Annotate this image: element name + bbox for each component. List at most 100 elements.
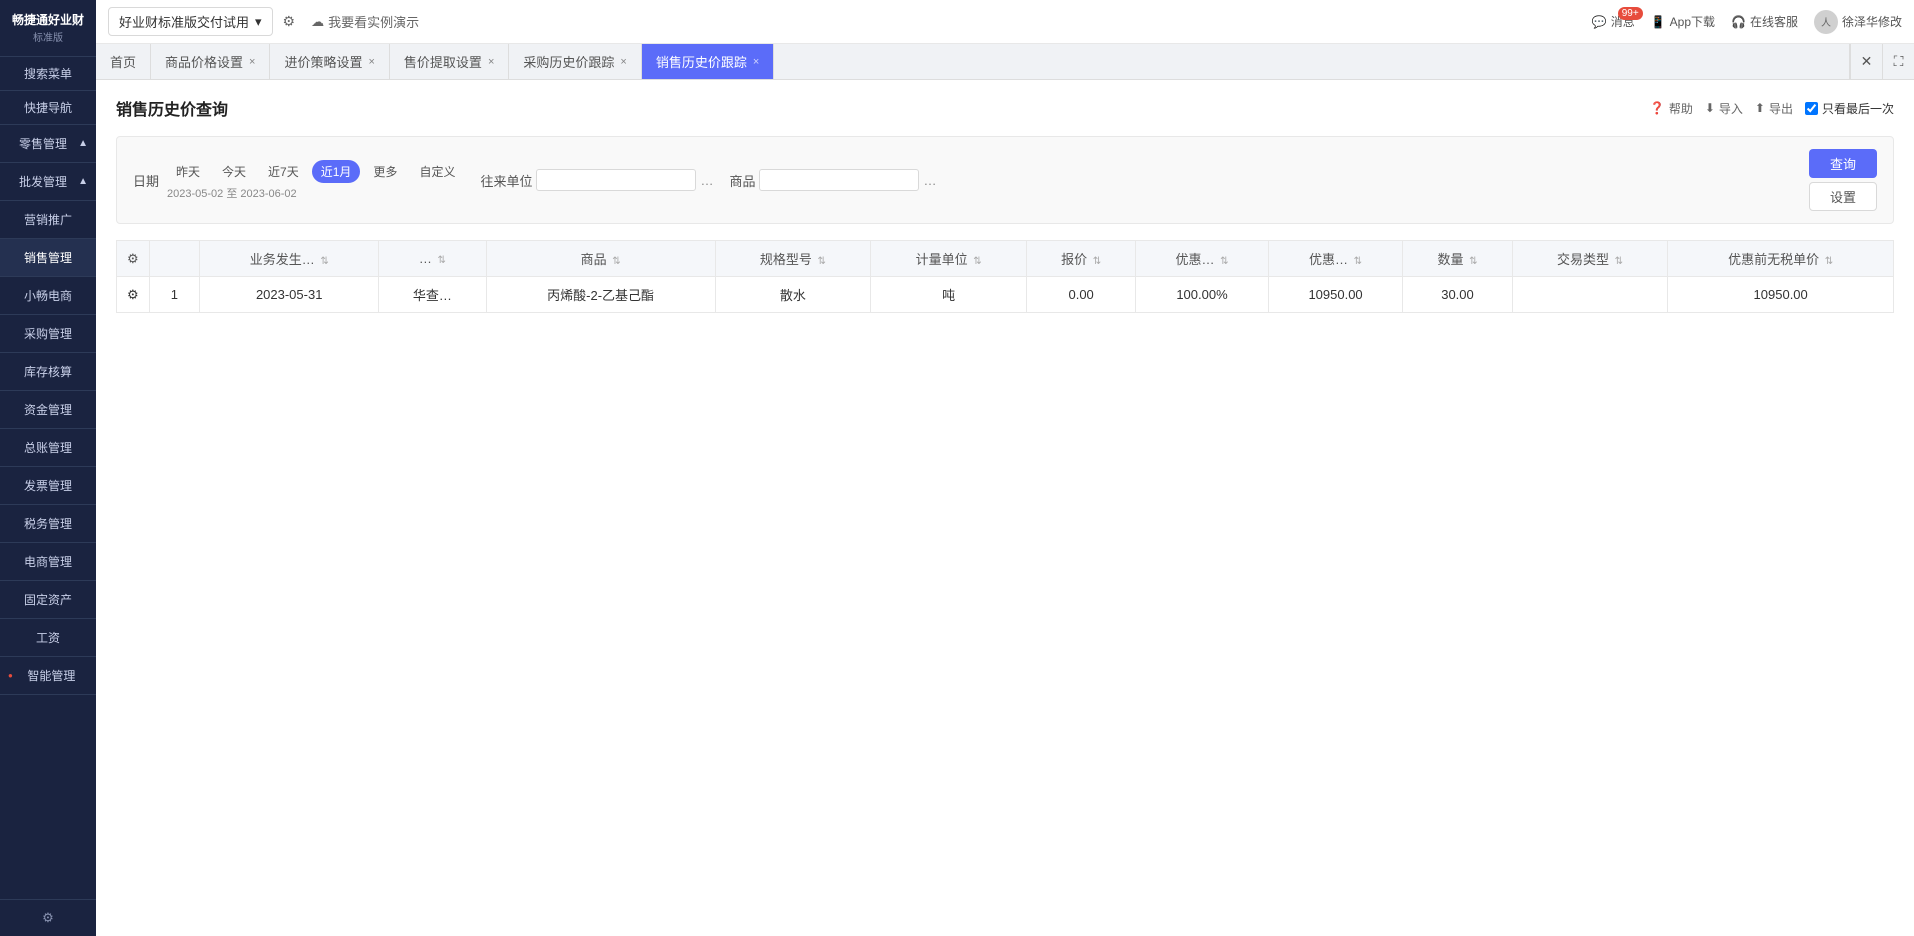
date-btn-yesterday[interactable]: 昨天 bbox=[167, 160, 209, 183]
sidebar-item-salary-label: 工资 bbox=[8, 629, 88, 646]
tab-sales-history-close[interactable]: × bbox=[753, 56, 759, 68]
tab-product-price-close[interactable]: × bbox=[249, 56, 255, 68]
sidebar-quicknav[interactable]: 快捷导航 bbox=[0, 91, 96, 125]
topbar-right: 💬 消息 99+ 📱 App下载 🎧 在线客服 人 徐泽华修改 bbox=[1592, 10, 1902, 34]
tab-price-extract-label: 售价提取设置 bbox=[404, 52, 482, 71]
filter-product-input[interactable] bbox=[759, 169, 919, 191]
tab-purchase-strategy-label: 进价策略设置 bbox=[284, 52, 362, 71]
sidebar-item-inventory-label: 库存核算 bbox=[8, 363, 88, 380]
sidebar-search[interactable]: 搜索菜单 bbox=[0, 57, 96, 91]
tab-purchase-strategy-close[interactable]: × bbox=[368, 56, 374, 68]
sidebar-item-general-ledger[interactable]: 总账管理 bbox=[0, 429, 96, 467]
dialog-close-btn[interactable]: ✕ bbox=[1850, 44, 1882, 80]
tab-price-extract-close[interactable]: × bbox=[488, 56, 494, 68]
dialog-expand-btn[interactable]: ⛶ bbox=[1882, 44, 1914, 80]
col-discount1[interactable]: 优惠… ⇅ bbox=[1136, 241, 1268, 277]
topbar-selector[interactable]: 好业财标准版交付试用 ▾ bbox=[108, 7, 273, 36]
sidebar-item-smart-label: 智能管理 bbox=[15, 667, 88, 684]
tab-purchase-history-close[interactable]: × bbox=[620, 56, 626, 68]
row-qty: 30.00 bbox=[1403, 277, 1512, 313]
query-button[interactable]: 查询 bbox=[1809, 149, 1877, 178]
phone-icon: 📱 bbox=[1651, 15, 1666, 29]
sidebar-item-purchase[interactable]: 采购管理 bbox=[0, 315, 96, 353]
topbar-app[interactable]: 📱 App下载 bbox=[1651, 13, 1715, 30]
avatar: 人 bbox=[1814, 10, 1838, 34]
sidebar-item-general-ledger-label: 总账管理 bbox=[8, 439, 88, 456]
col-qty[interactable]: 数量 ⇅ bbox=[1403, 241, 1512, 277]
last-only-checkbox-group[interactable]: 只看最后一次 bbox=[1805, 100, 1894, 117]
last-only-checkbox[interactable] bbox=[1805, 102, 1818, 115]
main-area: 好业财标准版交付试用 ▾ ⚙ ☁ 我要看实例演示 💬 消息 99+ 📱 App下… bbox=[96, 0, 1914, 936]
app-logo-title: 畅捷通好业财 bbox=[8, 12, 88, 29]
date-btn-custom[interactable]: 自定义 bbox=[410, 160, 464, 183]
col-unit[interactable]: 计量单位 ⇅ bbox=[871, 241, 1027, 277]
filter-supplier-input[interactable] bbox=[536, 169, 696, 191]
sidebar-item-tax[interactable]: 税务管理 bbox=[0, 505, 96, 543]
topbar-demo[interactable]: ☁ 我要看实例演示 bbox=[311, 12, 419, 31]
gear-icon: ⚙ bbox=[127, 251, 139, 266]
col-more[interactable]: … ⇅ bbox=[379, 241, 486, 277]
col-pretax-price[interactable]: 优惠前无税单价 ⇅ bbox=[1668, 241, 1894, 277]
date-btn-today[interactable]: 今天 bbox=[213, 160, 255, 183]
sidebar-item-inventory[interactable]: 库存核算 bbox=[0, 353, 96, 391]
date-range: 2023-05-02 至 2023-06-02 bbox=[167, 185, 464, 201]
col-price[interactable]: 报价 ⇅ bbox=[1027, 241, 1136, 277]
row-unit: 吨 bbox=[871, 277, 1027, 313]
sidebar-settings[interactable]: ⚙ bbox=[0, 899, 96, 936]
table-row: ⚙ 1 2023-05-31 华查… 丙烯酸-2-乙基己酯 散水 吨 0.00 … bbox=[117, 277, 1894, 313]
tab-sales-history[interactable]: 销售历史价跟踪 × bbox=[642, 44, 774, 79]
page-actions: ❓ 帮助 ⬇ 导入 ⬆ 导出 只看最后一次 bbox=[1650, 100, 1894, 117]
topbar-user[interactable]: 人 徐泽华修改 bbox=[1814, 10, 1902, 34]
sidebar-item-sales[interactable]: 销售管理 bbox=[0, 239, 96, 277]
sidebar-item-fixed-assets[interactable]: 固定资产 bbox=[0, 581, 96, 619]
help-icon: ❓ bbox=[1650, 101, 1665, 115]
sidebar-item-ecommerce[interactable]: 电商管理 bbox=[0, 543, 96, 581]
headset-icon: 🎧 bbox=[1731, 15, 1746, 29]
col-discount2[interactable]: 优惠… ⇅ bbox=[1268, 241, 1403, 277]
filter-product-more[interactable]: … bbox=[923, 173, 936, 188]
last-only-label: 只看最后一次 bbox=[1822, 100, 1894, 117]
tab-home[interactable]: 首页 bbox=[96, 44, 151, 79]
col-settings[interactable]: ⚙ bbox=[117, 241, 150, 277]
sidebar-item-salary[interactable]: 工资 bbox=[0, 619, 96, 657]
topbar-msg[interactable]: 💬 消息 99+ bbox=[1592, 13, 1635, 30]
sidebar-item-marketing-label: 营销推广 bbox=[8, 211, 88, 228]
sidebar-item-ecommerce-small-label: 小畅电商 bbox=[8, 287, 88, 304]
date-btn-last1m[interactable]: 近1月 bbox=[312, 160, 361, 183]
row-spec: 散水 bbox=[715, 277, 871, 313]
export-link[interactable]: ⬆ 导出 bbox=[1755, 100, 1793, 117]
sidebar-item-invoice[interactable]: 发票管理 bbox=[0, 467, 96, 505]
sidebar-item-ecommerce-small[interactable]: 小畅电商 bbox=[0, 277, 96, 315]
sidebar-item-finance[interactable]: 资金管理 bbox=[0, 391, 96, 429]
filter-supplier-group: 往来单位 … bbox=[480, 169, 713, 191]
topbar-selector-text: 好业财标准版交付试用 bbox=[119, 12, 249, 31]
import-link[interactable]: ⬇ 导入 bbox=[1705, 100, 1743, 117]
row-settings[interactable]: ⚙ bbox=[117, 277, 150, 313]
sidebar-item-fixed-assets-label: 固定资产 bbox=[8, 591, 88, 608]
help-link[interactable]: ❓ 帮助 bbox=[1650, 100, 1693, 117]
tab-purchase-history[interactable]: 采购历史价跟踪 × bbox=[509, 44, 641, 79]
sidebar-item-retail-arrow: ▲ bbox=[78, 138, 88, 149]
row-price: 0.00 bbox=[1027, 277, 1136, 313]
topbar-settings-icon[interactable]: ⚙ bbox=[283, 13, 296, 30]
sidebar-item-retail[interactable]: 零售管理 ▲ bbox=[0, 125, 96, 163]
col-date[interactable]: 业务发生… ⇅ bbox=[200, 241, 379, 277]
col-spec[interactable]: 规格型号 ⇅ bbox=[715, 241, 871, 277]
topbar-service[interactable]: 🎧 在线客服 bbox=[1731, 13, 1798, 30]
tab-purchase-strategy[interactable]: 进价策略设置 × bbox=[270, 44, 389, 79]
settings-button[interactable]: 设置 bbox=[1809, 182, 1877, 211]
filter-supplier-more[interactable]: … bbox=[700, 173, 713, 188]
tab-price-extract[interactable]: 售价提取设置 × bbox=[390, 44, 509, 79]
sidebar-item-smart[interactable]: 智能管理 bbox=[0, 657, 96, 695]
chevron-down-icon: ▾ bbox=[255, 14, 262, 30]
sidebar-item-wholesale[interactable]: 批发管理 ▲ bbox=[0, 163, 96, 201]
table-header-row: ⚙ 业务发生… ⇅ … ⇅ 商品 ⇅ 规格型号 ⇅ 计量单位 ⇅ 报价 ⇅ 优惠… bbox=[117, 241, 1894, 277]
col-product[interactable]: 商品 ⇅ bbox=[486, 241, 715, 277]
sidebar-item-marketing[interactable]: 营销推广 bbox=[0, 201, 96, 239]
topbar-demo-label: 我要看实例演示 bbox=[328, 12, 419, 31]
tab-product-price[interactable]: 商品价格设置 × bbox=[151, 44, 270, 79]
col-trans-type[interactable]: 交易类型 ⇅ bbox=[1512, 241, 1668, 277]
row-product: 丙烯酸-2-乙基己酯 bbox=[486, 277, 715, 313]
date-btn-last7[interactable]: 近7天 bbox=[259, 160, 308, 183]
date-btn-more[interactable]: 更多 bbox=[364, 160, 406, 183]
